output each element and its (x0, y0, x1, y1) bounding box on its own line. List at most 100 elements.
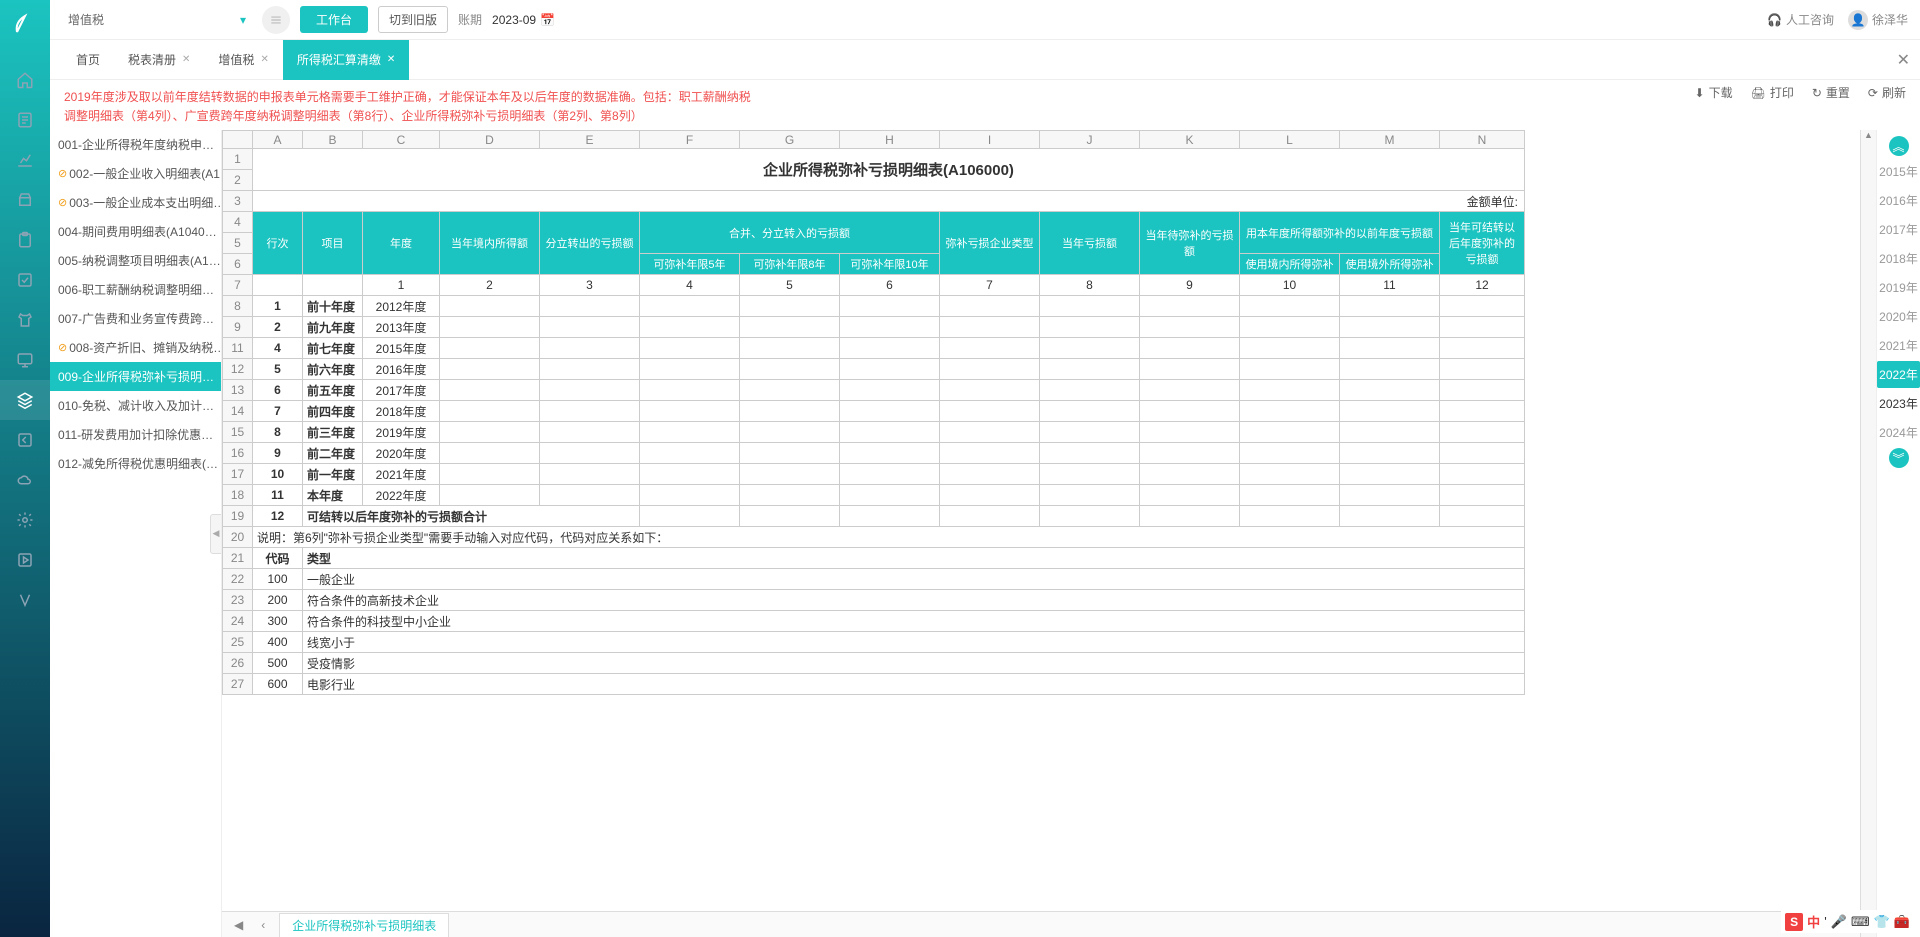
sheet-nav-prev[interactable]: ‹ (257, 918, 269, 932)
year-2020年[interactable]: 2020年 (1879, 303, 1918, 330)
ime-mic-icon[interactable]: 🎤 (1831, 914, 1847, 930)
year-2022年[interactable]: 2022年 (1877, 361, 1920, 388)
warn-icon: ⊘ (58, 196, 67, 209)
nav-chart-icon[interactable] (0, 140, 50, 180)
print-icon: 🖨 (1751, 86, 1766, 100)
refresh-button[interactable]: ⟳刷新 (1868, 84, 1906, 101)
tree-item-1[interactable]: ⊘002-一般企业收入明细表(A1… (50, 159, 221, 188)
tab-label: 税表清册 (128, 40, 176, 80)
tree-collapse-handle[interactable]: ◀ (210, 514, 222, 554)
nav-stack-icon[interactable] (0, 380, 50, 420)
year-up-button[interactable]: ︽ (1889, 136, 1909, 156)
tree-item-label: 008-资产折旧、摊销及纳税… (69, 339, 221, 356)
nav-check-icon[interactable] (0, 260, 50, 300)
year-down-button[interactable]: ︾ (1889, 448, 1909, 468)
tree-item-0[interactable]: 001-企业所得税年度纳税申… (50, 130, 221, 159)
user-menu[interactable]: 👤 徐泽华 (1848, 10, 1908, 30)
tab-label: 首页 (76, 40, 100, 80)
sheet-tab[interactable]: 企业所得税弥补亏损明细表 (279, 913, 449, 937)
tree-item-label: 004-期间费用明细表(A1040… (58, 223, 217, 240)
tree-item-6[interactable]: 007-广告费和业务宣传费跨… (50, 304, 221, 333)
tab-0[interactable]: 首页 (62, 40, 114, 80)
year-strip: ︽ 2015年2016年2017年2018年2019年2020年2021年202… (1876, 130, 1920, 937)
hamburger-button[interactable] (262, 6, 290, 34)
ime-skin-icon[interactable]: 👕 (1874, 914, 1890, 930)
ime-toolbox-icon[interactable]: 🧰 (1894, 914, 1910, 930)
period-picker[interactable]: 2023-09 📅 (492, 13, 555, 27)
chevron-down-icon: ▾ (240, 13, 246, 27)
year-2017年[interactable]: 2017年 (1879, 216, 1918, 243)
nav-back-icon[interactable] (0, 420, 50, 460)
period-value: 2023-09 (492, 13, 536, 27)
close-icon[interactable]: ✕ (182, 40, 190, 80)
close-all-tabs-button[interactable]: ✕ (1897, 50, 1910, 70)
topbar: 增值税 ▾ 工作台 切到旧版 账期 2023-09 📅 🎧 人工咨询 👤 (50, 0, 1920, 40)
year-2024年[interactable]: 2024年 (1879, 419, 1918, 446)
download-icon: ⬇ (1695, 86, 1705, 100)
year-2015年[interactable]: 2015年 (1879, 158, 1918, 185)
ime-bar: S 中 ' 🎤 ⌨ 👕 🧰 (1781, 910, 1914, 933)
workspace-button[interactable]: 工作台 (300, 6, 368, 33)
reset-button[interactable]: ↻重置 (1812, 84, 1850, 101)
tree-item-label: 010-免税、减计收入及加计… (58, 397, 214, 414)
ime-punct-icon[interactable]: ' (1824, 914, 1826, 929)
user-name: 徐泽华 (1872, 11, 1908, 28)
warning-text: 2019年度涉及取以前年度结转数据的申报表单元格需要手工维护正确，才能保证本年及… (50, 80, 770, 130)
refresh-icon: ⟳ (1868, 86, 1878, 100)
nav-monitor-icon[interactable] (0, 340, 50, 380)
sidebar-nav (0, 0, 50, 937)
tree-item-7[interactable]: ⊘008-资产折旧、摊销及纳税… (50, 333, 221, 362)
nav-gear-icon[interactable] (0, 500, 50, 540)
tree-item-5[interactable]: 006-职工薪酬纳税调整明细… (50, 275, 221, 304)
tree-item-3[interactable]: 004-期间费用明细表(A1040… (50, 217, 221, 246)
consult-link[interactable]: 🎧 人工咨询 (1767, 11, 1834, 28)
headset-icon: 🎧 (1767, 13, 1782, 27)
tree-item-2[interactable]: ⊘003-一般企业成本支出明细… (50, 188, 221, 217)
tree-item-label: 002-一般企业收入明细表(A1… (69, 165, 221, 182)
nav-v-icon[interactable] (0, 580, 50, 620)
warn-icon: ⊘ (58, 167, 67, 180)
nav-file-icon[interactable] (0, 100, 50, 140)
year-2019年[interactable]: 2019年 (1879, 274, 1918, 301)
nav-play-icon[interactable] (0, 540, 50, 580)
nav-tshirt-icon[interactable] (0, 300, 50, 340)
tree-item-11[interactable]: 012-减免所得税优惠明细表(… (50, 449, 221, 478)
tax-type-dropdown[interactable]: 增值税 ▾ (62, 7, 252, 32)
sheet-nav-first[interactable]: ◀ (230, 918, 247, 932)
sheet-table[interactable]: ABCDEFGHIJKLMN1企业所得税弥补亏损明细表(A106000)23金额… (222, 130, 1525, 695)
period-label: 账期 (458, 11, 482, 28)
tree-item-4[interactable]: 005-纳税调整项目明细表(A1… (50, 246, 221, 275)
dropdown-value: 增值税 (68, 11, 104, 28)
tree-item-label: 006-职工薪酬纳税调整明细… (58, 281, 214, 298)
tab-1[interactable]: 税表清册✕ (114, 40, 204, 80)
calendar-icon: 📅 (540, 13, 555, 27)
print-button[interactable]: 🖨打印 (1751, 84, 1794, 101)
ime-lang[interactable]: 中 (1807, 912, 1820, 931)
spreadsheet: ABCDEFGHIJKLMN1企业所得税弥补亏损明细表(A106000)23金额… (222, 130, 1860, 937)
year-2018年[interactable]: 2018年 (1879, 245, 1918, 272)
tree-item-10[interactable]: 011-研发费用加计扣除优惠… (50, 420, 221, 449)
nav-clipboard-icon[interactable] (0, 220, 50, 260)
ime-s-icon[interactable]: S (1785, 913, 1803, 931)
close-icon[interactable]: ✕ (387, 40, 395, 80)
switch-old-button[interactable]: 切到旧版 (378, 6, 448, 33)
nav-wallet-icon[interactable] (0, 180, 50, 220)
scroll-up-icon[interactable]: ▲ (1861, 130, 1876, 144)
close-icon[interactable]: ✕ (260, 40, 268, 80)
tree-item-8[interactable]: 009-企业所得税弥补亏损明… (50, 362, 221, 391)
tree-item-label: 009-企业所得税弥补亏损明… (58, 368, 214, 385)
form-tree: 001-企业所得税年度纳税申…⊘002-一般企业收入明细表(A1…⊘003-一般… (50, 130, 222, 937)
ime-keyboard-icon[interactable]: ⌨ (1851, 914, 1870, 930)
tree-item-9[interactable]: 010-免税、减计收入及加计… (50, 391, 221, 420)
tab-label: 所得税汇算清缴 (297, 40, 381, 80)
app-logo (9, 8, 41, 40)
download-button[interactable]: ⬇下载 (1695, 84, 1733, 101)
year-2023年[interactable]: 2023年 (1879, 390, 1918, 417)
nav-cloud-icon[interactable] (0, 460, 50, 500)
tab-2[interactable]: 增值税✕ (204, 40, 282, 80)
tab-3[interactable]: 所得税汇算清缴✕ (283, 40, 409, 80)
year-2021年[interactable]: 2021年 (1879, 332, 1918, 359)
horizontal-scrollbar[interactable] (1242, 919, 1852, 933)
nav-home-icon[interactable] (0, 60, 50, 100)
year-2016年[interactable]: 2016年 (1879, 187, 1918, 214)
